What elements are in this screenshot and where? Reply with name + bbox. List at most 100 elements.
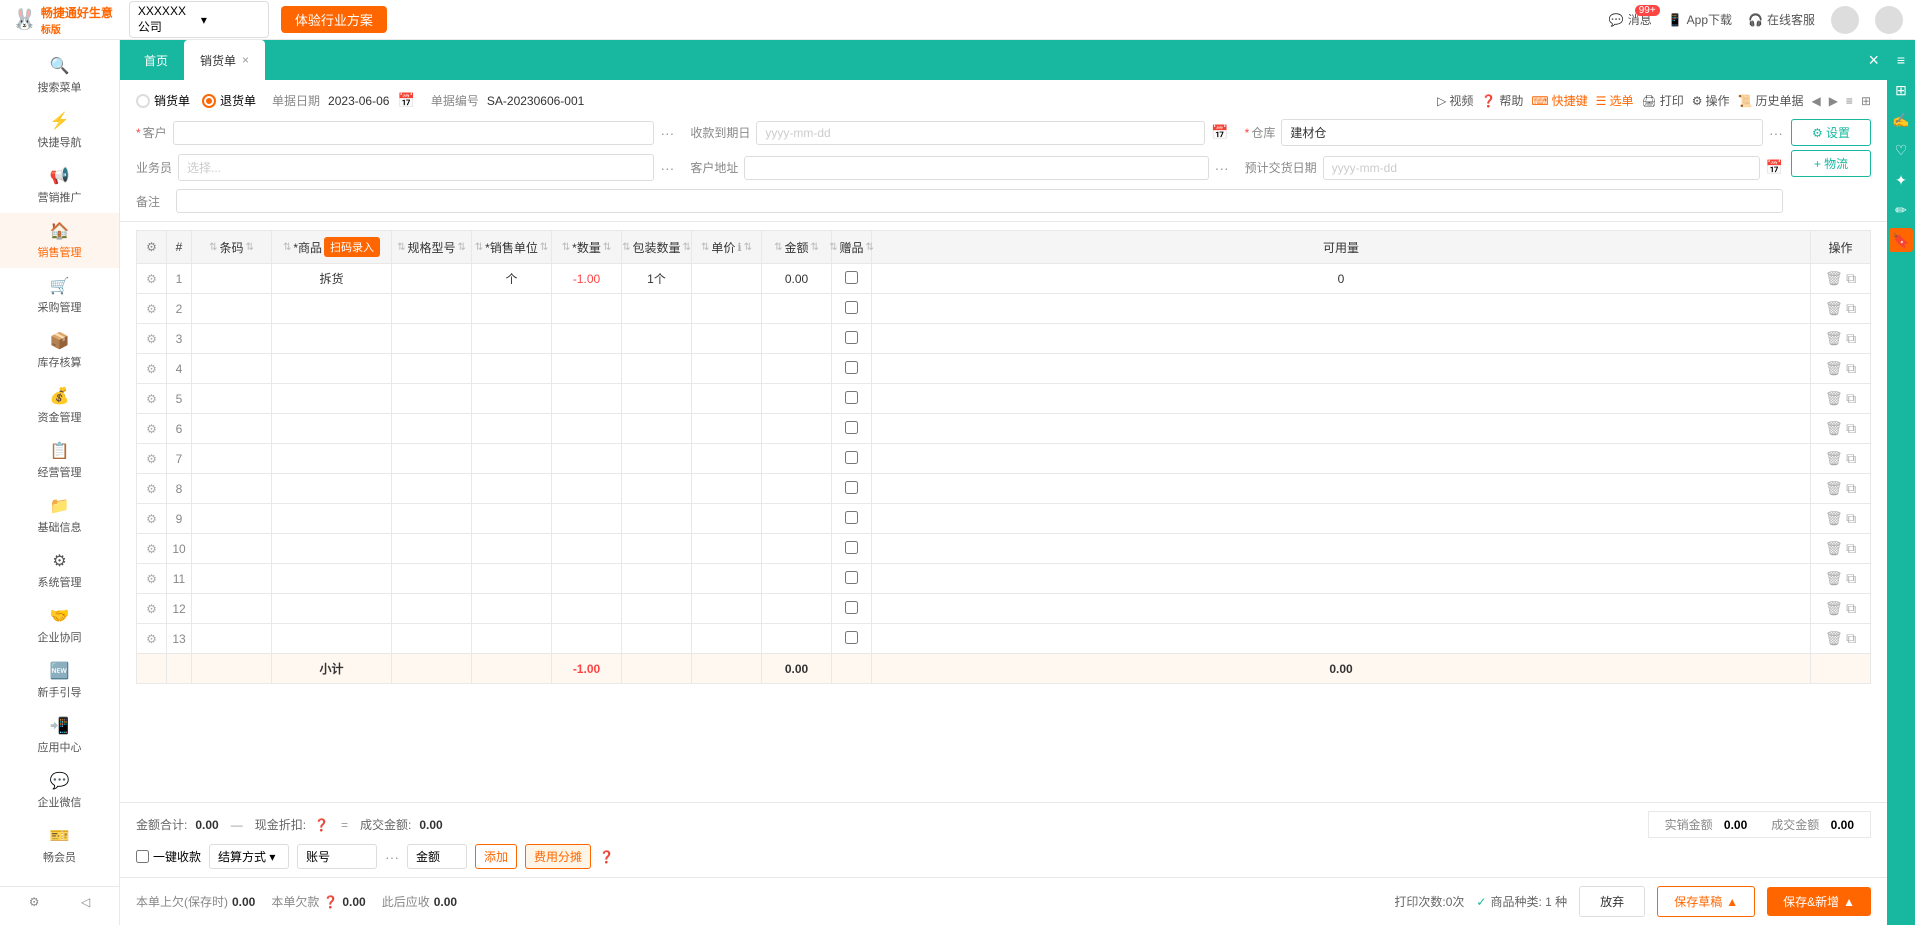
cash-discount-help-icon[interactable]: ❓ <box>314 818 329 832</box>
row-product-cell[interactable] <box>272 624 392 654</box>
row-gift-cell[interactable] <box>832 504 872 534</box>
tab-home[interactable]: 首页 <box>128 40 184 80</box>
col-settings[interactable]: ⚙ <box>137 231 167 264</box>
row-amount-cell[interactable] <box>762 384 832 414</box>
row-amount-cell[interactable] <box>762 444 832 474</box>
right-panel-item-4[interactable]: ♡ <box>1889 138 1913 162</box>
row-pack-qty-cell[interactable] <box>622 414 692 444</box>
row-qty-cell[interactable] <box>552 534 622 564</box>
row-spec-cell[interactable] <box>392 504 472 534</box>
receive-date-calendar-icon[interactable]: 📅 <box>1211 124 1228 141</box>
row-barcode-cell[interactable] <box>192 504 272 534</box>
sort-barcode2[interactable]: ⇅ <box>246 242 254 253</box>
row-spec-cell[interactable] <box>392 264 472 294</box>
row-gift-cell[interactable] <box>832 384 872 414</box>
row-gift-checkbox[interactable] <box>845 391 858 404</box>
row-barcode-cell[interactable] <box>192 384 272 414</box>
row-gift-checkbox[interactable] <box>845 331 858 344</box>
row-product-cell[interactable] <box>272 534 392 564</box>
select-btn[interactable]: ☰ 选单 <box>1596 92 1634 109</box>
row-unit-cell[interactable] <box>472 564 552 594</box>
row-qty-cell[interactable] <box>552 624 622 654</box>
customer-more-icon[interactable]: ··· <box>660 125 674 141</box>
row-price-cell[interactable] <box>692 354 762 384</box>
row-amount-cell[interactable]: 0.00 <box>762 264 832 294</box>
row-delete-icon[interactable]: 🗑 <box>1825 570 1843 586</box>
save-new-btn[interactable]: 保存&新增 ▲ <box>1767 887 1871 916</box>
app-download-btn[interactable]: 📱 App下载 <box>1668 11 1732 28</box>
row-qty-cell[interactable] <box>552 414 622 444</box>
row-gift-checkbox[interactable] <box>845 271 858 284</box>
row-amount-cell[interactable] <box>762 324 832 354</box>
amount-input[interactable]: 金额 <box>407 844 467 869</box>
row-unit-cell[interactable] <box>472 594 552 624</box>
row-spec-cell[interactable] <box>392 384 472 414</box>
row-gift-checkbox[interactable] <box>845 511 858 524</box>
row-barcode-cell[interactable] <box>192 264 272 294</box>
row-gift-checkbox[interactable] <box>845 571 858 584</box>
row-gift-cell[interactable] <box>832 534 872 564</box>
col-settings-icon[interactable]: ⚙ <box>146 240 157 254</box>
row-gift-checkbox[interactable] <box>845 301 858 314</box>
row-delete-icon[interactable]: 🗑 <box>1825 330 1843 346</box>
row-delete-icon[interactable]: 🗑 <box>1825 510 1843 526</box>
row-product-cell[interactable] <box>272 564 392 594</box>
row-pack-qty-cell[interactable] <box>622 564 692 594</box>
row-copy-icon[interactable]: ⧉ <box>1846 360 1856 376</box>
row-price-cell[interactable] <box>692 594 762 624</box>
row-qty-cell[interactable] <box>552 474 622 504</box>
sidebar-item-basic-info[interactable]: 📁 基础信息 <box>0 488 119 543</box>
row-spec-cell[interactable] <box>392 324 472 354</box>
logistics-btn[interactable]: + 物流 <box>1791 150 1871 177</box>
help-btn[interactable]: ❓ 帮助 <box>1481 92 1523 109</box>
sort-amount2[interactable]: ⇅ <box>811 242 819 253</box>
messages-btn[interactable]: 💬 消息 99+ <box>1609 11 1652 28</box>
row-gift-cell[interactable] <box>832 444 872 474</box>
fee-btn[interactable]: 费用分摊 <box>525 844 591 869</box>
row-barcode-cell[interactable] <box>192 624 272 654</box>
row-gift-checkbox[interactable] <box>845 481 858 494</box>
settings-btn[interactable]: ⚙ 设置 <box>1791 119 1871 146</box>
row-copy-icon[interactable]: ⧉ <box>1846 540 1856 556</box>
row-qty-cell[interactable] <box>552 564 622 594</box>
row-pack-qty-cell[interactable] <box>622 324 692 354</box>
row-price-cell[interactable] <box>692 504 762 534</box>
row-pack-qty-cell[interactable] <box>622 624 692 654</box>
row-copy-icon[interactable]: ⧉ <box>1846 480 1856 496</box>
expected-delivery-input[interactable]: yyyy-mm-dd <box>1323 156 1760 180</box>
tab-close-icon[interactable]: × <box>242 53 249 67</box>
row-product-cell[interactable] <box>272 294 392 324</box>
row-product-cell[interactable] <box>272 444 392 474</box>
row-gift-cell[interactable] <box>832 564 872 594</box>
row-unit-cell[interactable]: 个 <box>472 264 552 294</box>
row-gift-checkbox[interactable] <box>845 541 858 554</box>
row-delete-icon[interactable]: 🗑 <box>1825 630 1843 646</box>
row-pack-qty-cell[interactable] <box>622 534 692 564</box>
row-unit-cell[interactable] <box>472 324 552 354</box>
row-unit-cell[interactable] <box>472 414 552 444</box>
row-product-cell[interactable] <box>272 354 392 384</box>
row-barcode-cell[interactable] <box>192 444 272 474</box>
sort-price[interactable]: ⇅ <box>701 242 709 253</box>
right-panel-item-2[interactable]: ⊞ <box>1889 78 1913 102</box>
row-settings-icon[interactable]: ⚙ <box>146 422 157 436</box>
account-more-icon[interactable]: ··· <box>385 849 399 865</box>
row-copy-icon[interactable]: ⧉ <box>1846 450 1856 466</box>
row-unit-cell[interactable] <box>472 474 552 504</box>
right-panel-item-7[interactable]: 🔖 <box>1889 228 1913 252</box>
row-settings-icon[interactable]: ⚙ <box>146 302 157 316</box>
remark-input[interactable] <box>176 189 1783 213</box>
sidebar-item-marketing[interactable]: 📢 营销推广 <box>0 158 119 213</box>
row-price-cell[interactable] <box>692 534 762 564</box>
row-delete-icon[interactable]: 🗑 <box>1825 420 1843 436</box>
sidebar-item-app-center[interactable]: 📲 应用中心 <box>0 708 119 763</box>
row-settings-icon[interactable]: ⚙ <box>146 632 157 646</box>
row-gift-cell[interactable] <box>832 264 872 294</box>
sidebar-item-purchase[interactable]: 🛒 采购管理 <box>0 268 119 323</box>
row-qty-cell[interactable] <box>552 324 622 354</box>
row-barcode-cell[interactable] <box>192 594 272 624</box>
row-product-cell[interactable] <box>272 504 392 534</box>
sidebar-item-wechat[interactable]: 💬 企业微信 <box>0 763 119 818</box>
row-settings-icon[interactable]: ⚙ <box>146 542 157 556</box>
row-product-cell[interactable]: 拆货 <box>272 264 392 294</box>
